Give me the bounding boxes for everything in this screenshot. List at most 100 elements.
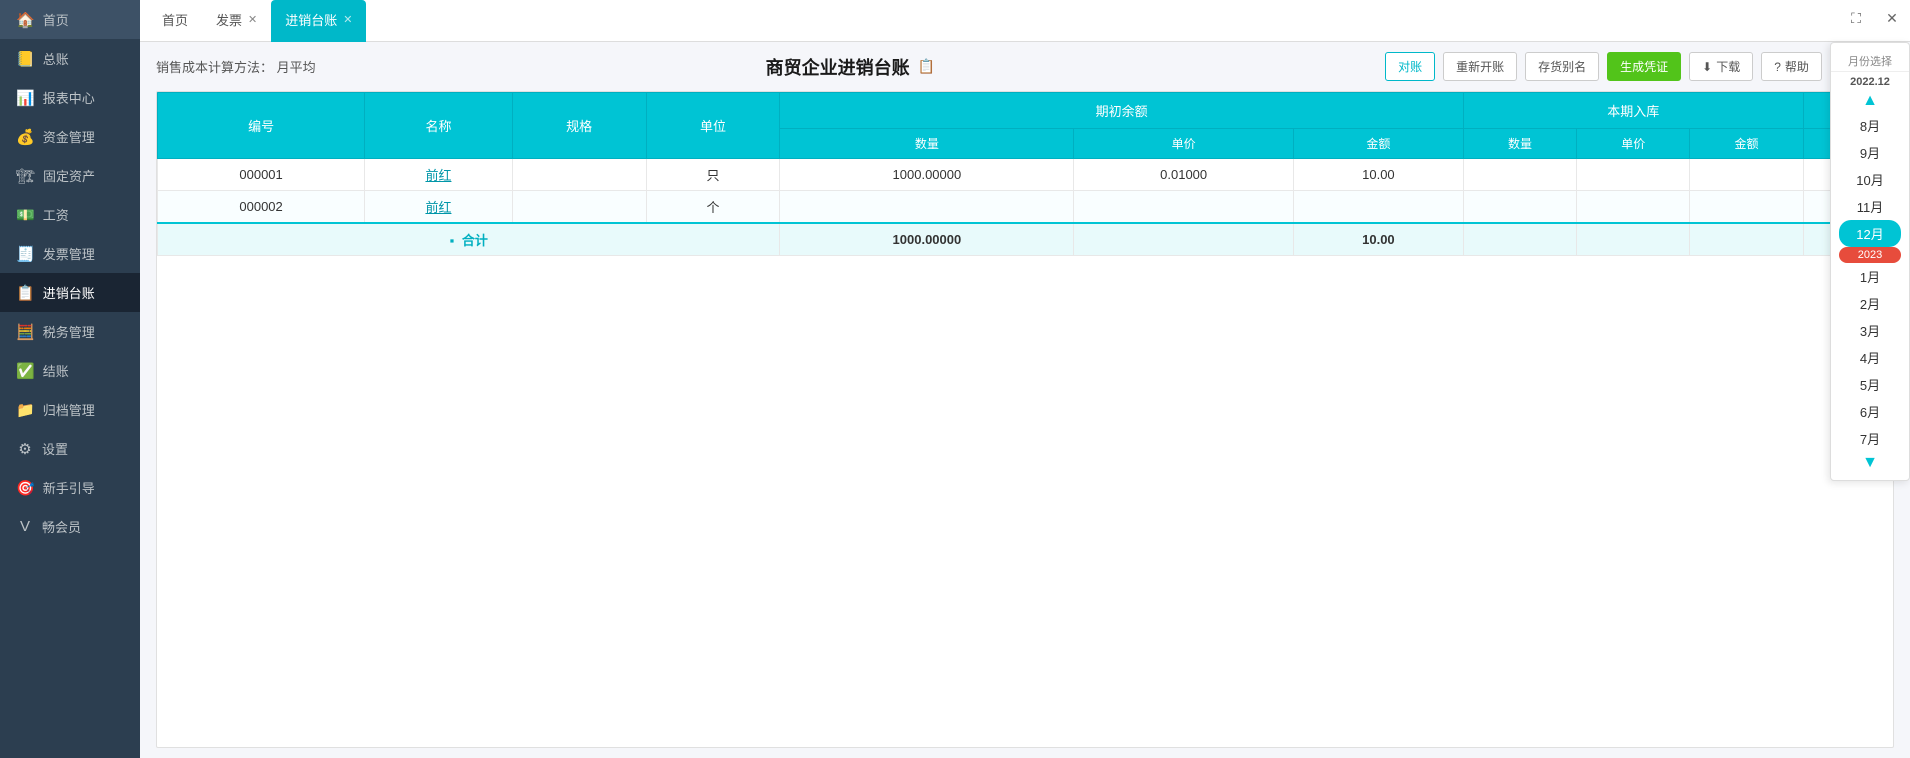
content-area: 销售成本计算方法： 月平均 商贸企业进销台账 📋 对账 重新开账 存货别名 生成… — [140, 42, 1910, 758]
sidebar-item-label: 进销台账 — [43, 283, 95, 302]
sidebar-item-label: 新手引导 — [43, 478, 95, 497]
guide-icon: 🎯 — [16, 479, 35, 497]
month-panel-up[interactable]: ▲ — [1831, 90, 1909, 112]
month-item-11[interactable]: 11月 — [1831, 193, 1909, 220]
cell-spec — [512, 159, 646, 191]
save-alias-button[interactable]: 存货别名 — [1525, 52, 1599, 81]
cell-unit: 只 — [646, 159, 780, 191]
sidebar-item-settings[interactable]: ⚙ 设置 — [0, 429, 140, 468]
tab-jinxiao-close[interactable]: ✕ — [343, 13, 352, 26]
assets-icon: 🏗 — [16, 167, 35, 185]
tax-icon: 🧮 — [16, 323, 35, 341]
table-row: 000002 前红 个 — [158, 191, 1893, 224]
cell-name[interactable]: 前红 — [365, 191, 513, 224]
month-panel: 月份选择 2022.12 ▲ 8月 9月 10月 11月 12月 2023 1月… — [1830, 42, 1910, 481]
col-open-price: 单价 — [1074, 129, 1294, 159]
sidebar-item-tax[interactable]: 🧮 税务管理 — [0, 312, 140, 351]
cell-in-amount — [1690, 159, 1803, 191]
cell-number: 000001 — [158, 159, 365, 191]
month-panel-down[interactable]: ▼ — [1831, 452, 1909, 474]
cell-open-price — [1074, 191, 1294, 224]
col-spec: 规格 — [512, 93, 646, 159]
sidebar-item-assets[interactable]: 🏗 固定资产 — [0, 156, 140, 195]
cost-method: 销售成本计算方法： 月平均 — [156, 57, 316, 76]
tab-invoice[interactable]: 发票 ✕ — [202, 0, 271, 42]
sidebar-item-vip[interactable]: V 畅会员 — [0, 507, 140, 546]
table-row: 000001 前红 只 1000.00000 0.01000 10.00 — [158, 159, 1893, 191]
maximize-button[interactable]: ⛶ — [1838, 0, 1874, 36]
col-open-amount: 金额 — [1293, 129, 1463, 159]
sidebar-item-salary[interactable]: 💵 工资 — [0, 195, 140, 234]
month-item-12[interactable]: 12月 — [1839, 220, 1901, 247]
sidebar-item-home[interactable]: 🏠 首页 — [0, 0, 140, 39]
sidebar-item-label: 工资 — [43, 205, 69, 224]
col-in-qty: 数量 — [1463, 129, 1576, 159]
download-icon: ⬇ — [1702, 60, 1712, 74]
total-label: 合计 — [462, 233, 488, 248]
sidebar-item-reports[interactable]: 📊 报表中心 — [0, 78, 140, 117]
ledger-icon: 📒 — [16, 50, 35, 68]
sidebar-item-label: 报表中心 — [43, 88, 95, 107]
cell-open-qty: 1000.00000 — [780, 159, 1074, 191]
tab-invoice-close[interactable]: ✕ — [248, 13, 257, 26]
cell-open-amount: 10.00 — [1293, 159, 1463, 191]
reopen-button[interactable]: 重新开账 — [1443, 52, 1517, 81]
edit-icon[interactable]: 📋 — [918, 58, 935, 75]
reconcile-label: 对账 — [1398, 58, 1422, 75]
month-item-5[interactable]: 5月 — [1831, 371, 1909, 398]
col-in-price: 单价 — [1577, 129, 1690, 159]
tab-home[interactable]: 首页 — [148, 0, 202, 42]
col-opening-balance: 期初余额 — [780, 93, 1463, 129]
sidebar-item-label: 发票管理 — [43, 244, 95, 263]
month-panel-year-2022: 2022.12 — [1831, 74, 1909, 90]
col-in-amount: 金额 — [1690, 129, 1803, 159]
main-table-wrapper: 编号 名称 规格 单位 期初余额 — [156, 91, 1894, 748]
download-label: 下载 — [1716, 58, 1740, 75]
month-item-10[interactable]: 10月 — [1831, 166, 1909, 193]
home-icon: 🏠 — [16, 11, 35, 29]
month-item-6[interactable]: 6月 — [1831, 398, 1909, 425]
sidebar-item-ledger[interactable]: 📒 总账 — [0, 39, 140, 78]
sidebar-item-funds[interactable]: 💰 资金管理 — [0, 117, 140, 156]
month-item-3[interactable]: 3月 — [1831, 317, 1909, 344]
sidebar-item-archive[interactable]: 📁 归档管理 — [0, 390, 140, 429]
window-controls: ⛶ ✕ — [1838, 0, 1910, 36]
save-alias-label: 存货别名 — [1538, 58, 1586, 75]
sidebar-item-guide[interactable]: 🎯 新手引导 — [0, 468, 140, 507]
total-in-qty — [1463, 223, 1576, 256]
month-panel-title: 月份选择 — [1831, 49, 1909, 72]
tab-jinxiao[interactable]: 进销台账 ✕ — [271, 0, 366, 42]
generate-voucher-button[interactable]: 生成凭证 — [1607, 52, 1681, 81]
cell-spec — [512, 191, 646, 224]
sidebar-item-label: 固定资产 — [43, 166, 95, 185]
table-body: 000001 前红 只 1000.00000 0.01000 10.00 000… — [158, 159, 1893, 256]
sidebar-item-label: 归档管理 — [43, 400, 95, 419]
cell-number: 000002 — [158, 191, 365, 224]
cell-in-qty — [1463, 191, 1576, 224]
sidebar: 🏠 首页 📒 总账 📊 报表中心 💰 资金管理 🏗 固定资产 💵 工资 🧾 发票… — [0, 0, 140, 758]
download-button[interactable]: ⬇ 下载 — [1689, 52, 1753, 81]
cell-open-amount — [1293, 191, 1463, 224]
month-item-1[interactable]: 1月 — [1831, 263, 1909, 290]
sidebar-item-invoice-mgmt[interactable]: 🧾 发票管理 — [0, 234, 140, 273]
month-item-8[interactable]: 8月 — [1831, 112, 1909, 139]
help-button[interactable]: ? 帮助 — [1761, 52, 1822, 81]
tab-invoice-label: 发票 — [216, 10, 242, 29]
sidebar-item-jinxiao[interactable]: 📋 进销台账 — [0, 273, 140, 312]
close-button[interactable]: ✕ — [1874, 0, 1910, 36]
main-area: ⛶ ✕ 首页 发票 ✕ 进销台账 ✕ 销售成本计算方法： 月平均 商贸企业进销台… — [140, 0, 1910, 758]
page-title: 商贸企业进销台账 — [766, 54, 910, 80]
sidebar-item-label: 总账 — [43, 49, 69, 68]
reconcile-button[interactable]: 对账 — [1385, 52, 1435, 81]
tab-bar: 首页 发票 ✕ 进销台账 ✕ — [140, 0, 1910, 42]
month-item-2[interactable]: 2月 — [1831, 290, 1909, 317]
sidebar-item-closing[interactable]: ✅ 结账 — [0, 351, 140, 390]
cell-open-qty — [780, 191, 1074, 224]
month-item-9[interactable]: 9月 — [1831, 139, 1909, 166]
month-item-4[interactable]: 4月 — [1831, 344, 1909, 371]
table-total-row: ▪ 合计 1000.00000 10.00 — [158, 223, 1893, 256]
cell-in-price — [1577, 191, 1690, 224]
cell-name[interactable]: 前红 — [365, 159, 513, 191]
cost-method-label: 销售成本计算方法： — [156, 60, 273, 75]
month-item-7[interactable]: 7月 — [1831, 425, 1909, 452]
